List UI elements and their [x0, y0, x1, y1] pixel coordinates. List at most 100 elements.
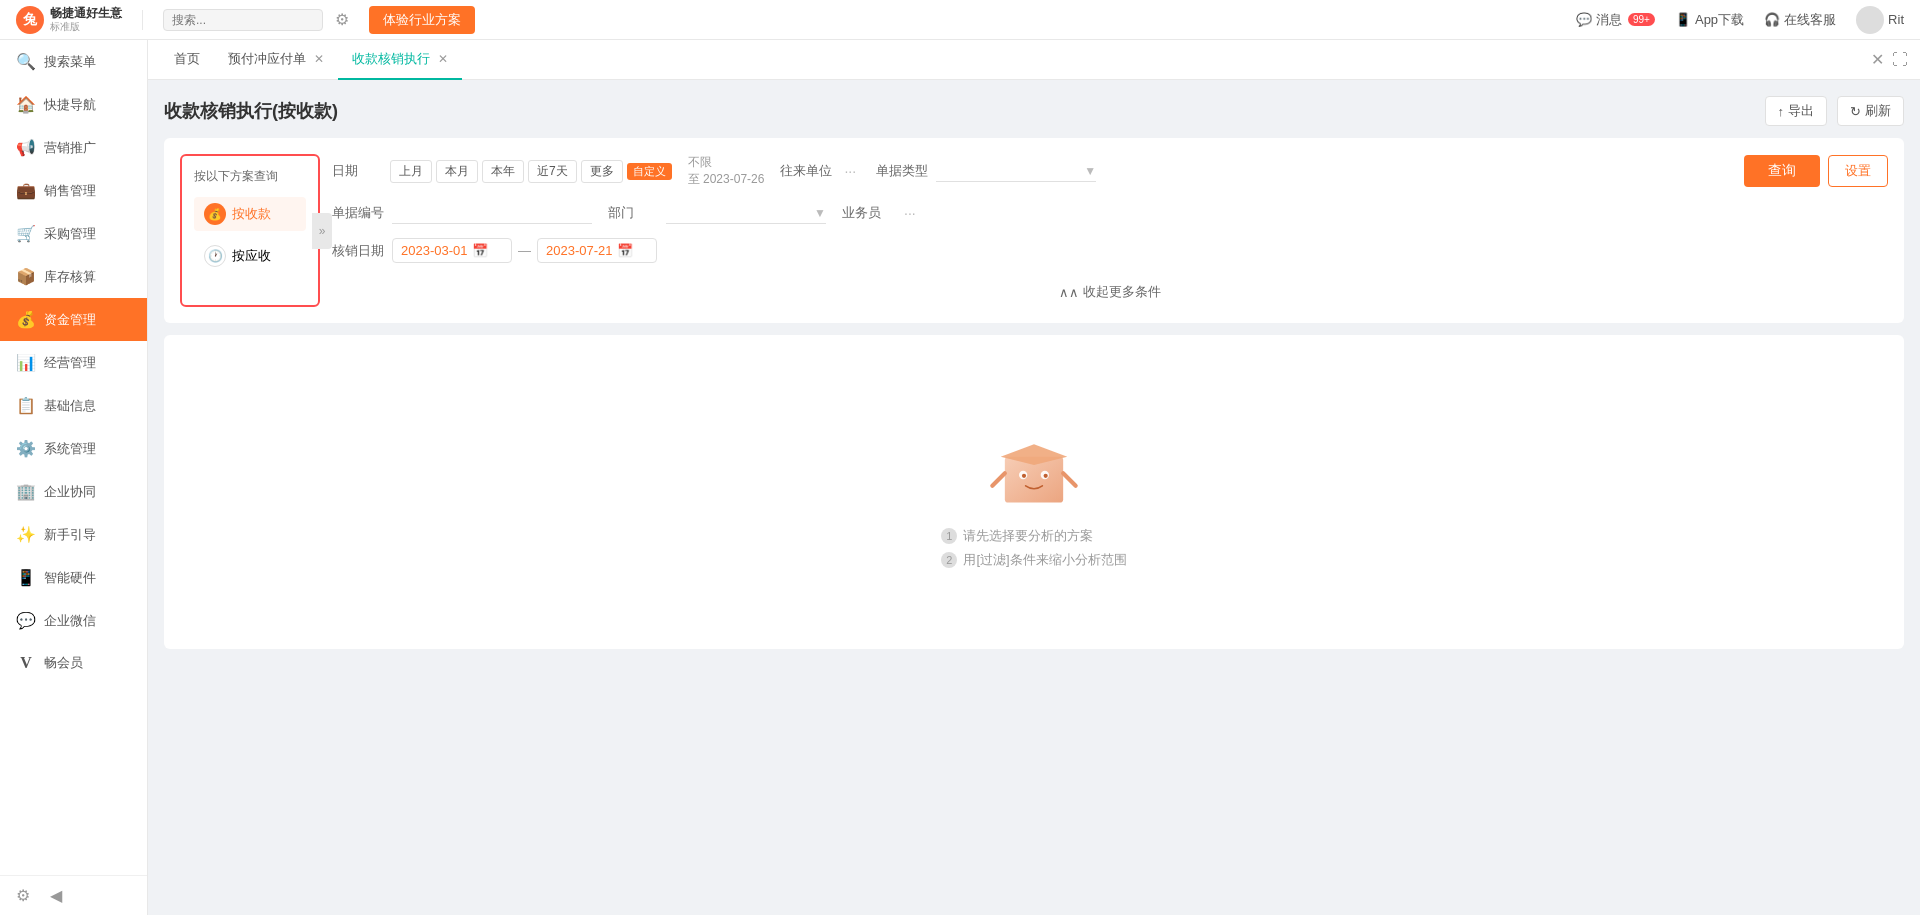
date-field: 日期 上月 本月 本年 近7天 更多 自定义 — [332, 154, 764, 188]
online-service-button[interactable]: 🎧 在线客服 — [1764, 11, 1836, 29]
filter-main: 按以下方案查询 💰 按收款 🕐 按应收 » — [180, 154, 1888, 307]
svg-point-5 — [1044, 474, 1048, 478]
filter-row-3: 核销日期 2023-03-01 📅 — 2023-07-21 — [332, 238, 1888, 263]
tab-home[interactable]: 首页 — [160, 40, 214, 80]
filter-by-receipt[interactable]: 💰 按收款 — [194, 197, 306, 231]
tab-bar-actions: ✕ ⛶ — [1871, 50, 1908, 69]
verify-date-start[interactable]: 2023-03-01 📅 — [392, 238, 512, 263]
message-button[interactable]: 💬 消息 99+ — [1576, 11, 1655, 29]
tab-bar: 首页 预付冲应付单 ✕ 收款核销执行 ✕ ✕ ⛶ — [148, 40, 1920, 80]
inventory-icon: 📦 — [16, 267, 36, 286]
receipt-icon: 💰 — [204, 203, 226, 225]
tab-prepay[interactable]: 预付冲应付单 ✕ — [214, 40, 338, 80]
calendar-start-icon: 📅 — [472, 243, 488, 258]
industry-plan-button[interactable]: 体验行业方案 — [369, 6, 475, 34]
finance-icon: 💰 — [16, 310, 36, 329]
sidebar-item-hardware[interactable]: 📱 智能硬件 — [0, 556, 147, 599]
sidebar-item-inventory[interactable]: 📦 库存核算 — [0, 255, 147, 298]
page-title: 收款核销执行(按收款) — [164, 99, 338, 123]
sales-icon: 💼 — [16, 181, 36, 200]
basic-icon: 📋 — [16, 396, 36, 415]
purchase-icon: 🛒 — [16, 224, 36, 243]
salesperson-input[interactable]: ··· — [900, 205, 920, 221]
message-icon: 💬 — [1576, 12, 1592, 27]
verify-date-end[interactable]: 2023-07-21 📅 — [537, 238, 657, 263]
date-more[interactable]: 更多 — [581, 160, 623, 183]
sidebar: 🔍 搜索菜单 🏠 快捷导航 📢 营销推广 💼 销售管理 🛒 采购管理 📦 库存核… — [0, 40, 148, 915]
collapse-sidebar-icon[interactable]: ◀ — [50, 886, 62, 905]
date-last-month[interactable]: 上月 — [390, 160, 432, 183]
filter-left-panel: 按以下方案查询 💰 按收款 🕐 按应收 » — [180, 154, 320, 307]
page-header: 收款核销执行(按收款) ↑ 导出 ↻ 刷新 — [164, 96, 1904, 126]
sidebar-item-system[interactable]: ⚙️ 系统管理 — [0, 427, 147, 470]
gear-icon[interactable]: ⚙ — [335, 10, 349, 29]
filter-right-area: 日期 上月 本月 本年 近7天 更多 自定义 — [332, 154, 1888, 307]
date-this-month[interactable]: 本月 — [436, 160, 478, 183]
bill-no-input[interactable] — [392, 202, 592, 224]
bill-type-select-wrap: ▼ — [936, 160, 1096, 182]
query-button[interactable]: 查询 — [1744, 155, 1820, 187]
date-7days[interactable]: 近7天 — [528, 160, 577, 183]
operations-icon: 📊 — [16, 353, 36, 372]
empty-tips: 1 请先选择要分析的方案 2 用[过滤]条件来缩小分析范围 — [941, 527, 1126, 569]
filter-row-1: 日期 上月 本月 本年 近7天 更多 自定义 — [332, 154, 1888, 188]
sidebar-item-sales[interactable]: 💼 销售管理 — [0, 169, 147, 212]
dept-chevron-icon: ▼ — [814, 206, 826, 220]
sidebar-item-wecom[interactable]: 💬 企业微信 — [0, 599, 147, 642]
maximize-tab-button[interactable]: ⛶ — [1892, 51, 1908, 69]
salesperson-label: 业务员 — [842, 204, 892, 222]
system-icon: ⚙️ — [16, 439, 36, 458]
sidebar-item-search[interactable]: 🔍 搜索菜单 — [0, 40, 147, 83]
tab-verify-close[interactable]: ✕ — [438, 52, 448, 66]
marketing-icon: 📢 — [16, 138, 36, 157]
verify-date-label: 核销日期 — [332, 242, 384, 260]
export-button[interactable]: ↑ 导出 — [1765, 96, 1828, 126]
sidebar-item-quicknav[interactable]: 🏠 快捷导航 — [0, 83, 147, 126]
close-tab-button[interactable]: ✕ — [1871, 50, 1884, 69]
sidebar-item-marketing[interactable]: 📢 营销推广 — [0, 126, 147, 169]
date-label: 日期 — [332, 162, 382, 180]
app-download-button[interactable]: 📱 App下载 — [1675, 11, 1744, 29]
sidebar-item-operations[interactable]: 📊 经营管理 — [0, 341, 147, 384]
dept-select[interactable] — [666, 202, 814, 223]
user-profile[interactable]: Rit — [1856, 6, 1904, 34]
chevron-down-icon: ▼ — [1084, 164, 1096, 178]
collapse-left-panel-button[interactable]: » — [312, 213, 332, 249]
date-no-limit: 不限 — [688, 154, 765, 171]
top-search-input[interactable] — [163, 9, 323, 31]
date-this-year[interactable]: 本年 — [482, 160, 524, 183]
counterparty-input[interactable]: ··· — [840, 163, 860, 179]
collapse-icon: ∧∧ — [1059, 285, 1079, 300]
svg-line-6 — [992, 473, 1005, 486]
tab-prepay-close[interactable]: ✕ — [314, 52, 324, 66]
svg-point-4 — [1022, 474, 1026, 478]
dept-select-wrap: ▼ — [666, 202, 826, 224]
main-layout: 🔍 搜索菜单 🏠 快捷导航 📢 营销推广 💼 销售管理 🛒 采购管理 📦 库存核… — [0, 40, 1920, 915]
sidebar-item-member[interactable]: V 畅会员 — [0, 642, 147, 684]
app-sub: 标准版 — [50, 21, 122, 33]
svg-line-7 — [1063, 473, 1076, 486]
sidebar-item-finance[interactable]: 💰 资金管理 — [0, 298, 147, 341]
sidebar-item-guide[interactable]: ✨ 新手引导 — [0, 513, 147, 556]
dept-label: 部门 — [608, 204, 658, 222]
hardware-icon: 📱 — [16, 568, 36, 587]
filter-panel-title: 按以下方案查询 — [194, 168, 306, 185]
headset-icon: 🎧 — [1764, 12, 1780, 27]
top-right-actions: 💬 消息 99+ 📱 App下载 🎧 在线客服 Rit — [1576, 6, 1904, 34]
filter-settings-button[interactable]: 设置 — [1828, 155, 1888, 187]
sidebar-item-purchase[interactable]: 🛒 采购管理 — [0, 212, 147, 255]
avatar — [1856, 6, 1884, 34]
bill-type-field: 单据类型 ▼ — [876, 160, 1096, 182]
results-area: 1 请先选择要分析的方案 2 用[过滤]条件来缩小分析范围 — [164, 335, 1904, 649]
bill-type-select[interactable] — [936, 160, 1084, 181]
tab-verify[interactable]: 收款核销执行 ✕ — [338, 40, 462, 80]
message-badge: 99+ — [1628, 13, 1655, 26]
sidebar-item-collab[interactable]: 🏢 企业协同 — [0, 470, 147, 513]
counterparty-label: 往来单位 — [780, 162, 832, 180]
refresh-button[interactable]: ↻ 刷新 — [1837, 96, 1904, 126]
sidebar-item-basic[interactable]: 📋 基础信息 — [0, 384, 147, 427]
settings-icon[interactable]: ⚙ — [16, 886, 30, 905]
filter-row-2: 单据编号 部门 ▼ — [332, 202, 1888, 224]
filter-by-receivable[interactable]: 🕐 按应收 — [194, 239, 306, 273]
collapse-more-button[interactable]: ∧∧ 收起更多条件 — [332, 277, 1888, 307]
